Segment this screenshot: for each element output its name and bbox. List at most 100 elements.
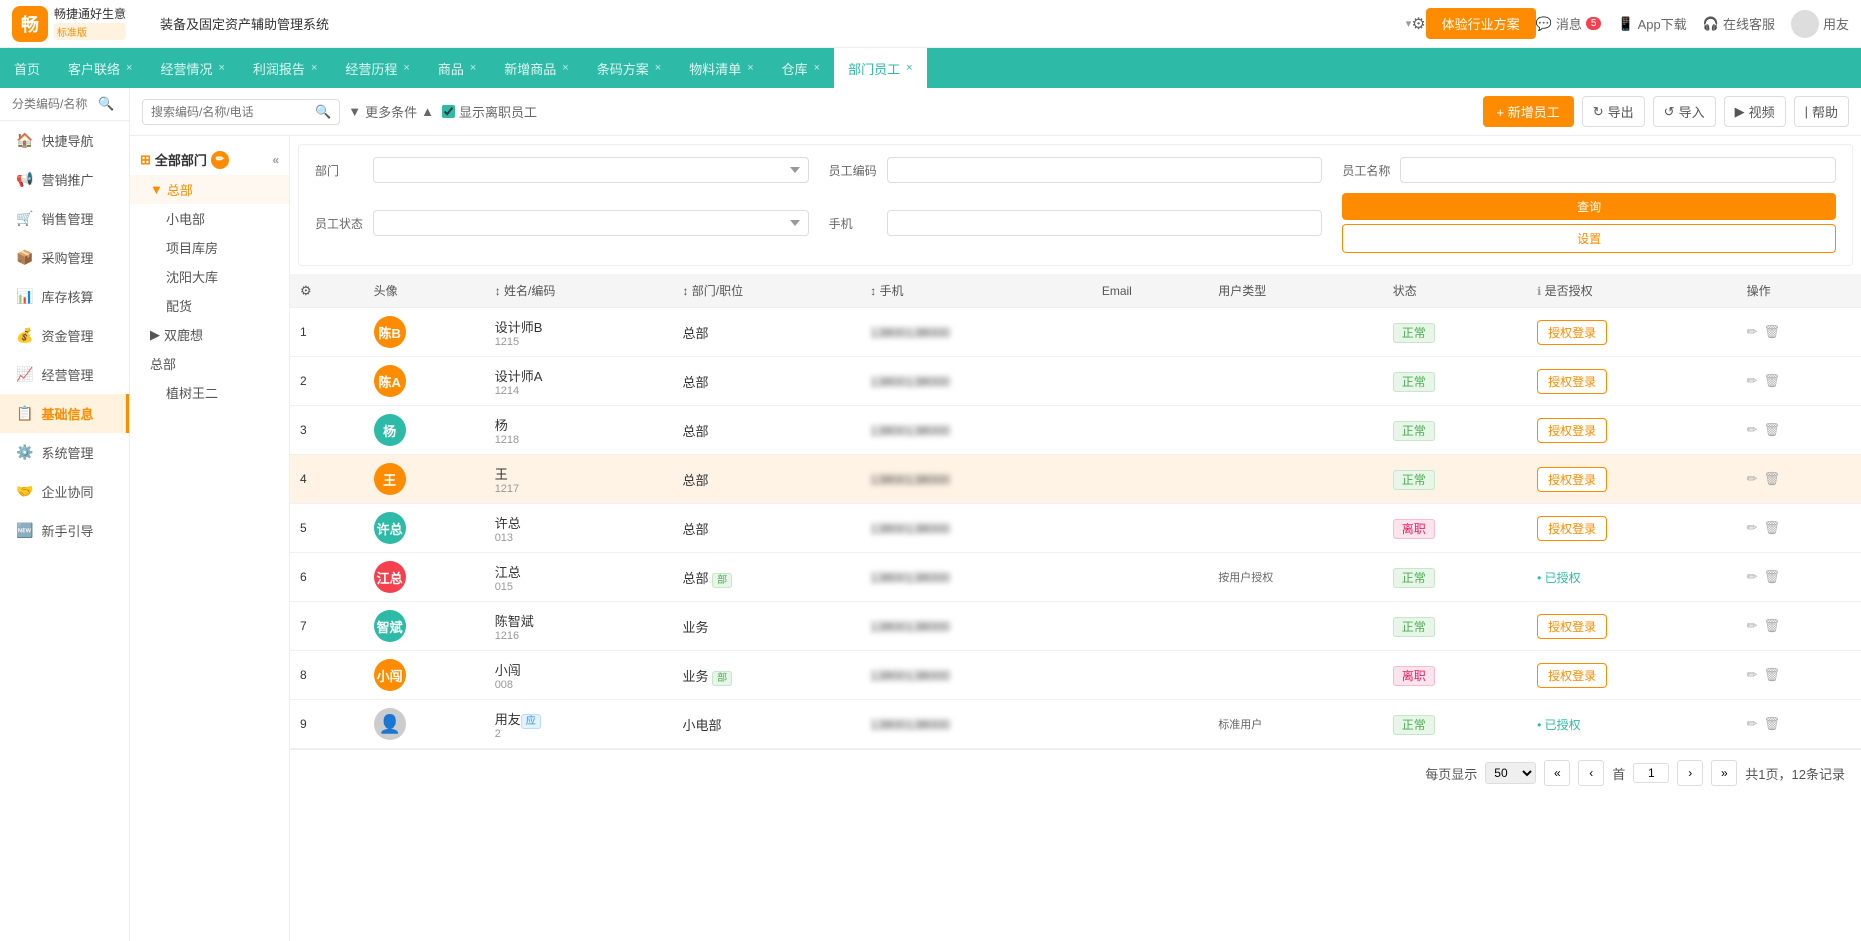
edit-icon[interactable]: ✏: [1747, 716, 1758, 732]
per-page-select[interactable]: 50 100: [1485, 762, 1536, 784]
tab-barcode[interactable]: 条码方案×: [583, 48, 675, 88]
sidebar-item-finance[interactable]: 💰 资金管理: [0, 316, 129, 355]
delete-icon[interactable]: 🗑: [1764, 471, 1781, 487]
edit-icon[interactable]: ✏: [1747, 569, 1758, 585]
filter-more-button[interactable]: ▼ 更多条件 ▲: [348, 102, 434, 121]
auth-button[interactable]: 授权登录: [1537, 614, 1607, 639]
delete-icon[interactable]: 🗑: [1764, 667, 1781, 683]
tab-history-close[interactable]: ×: [403, 62, 409, 74]
dept-select[interactable]: [373, 157, 809, 183]
tab-operation-close[interactable]: ×: [218, 62, 224, 74]
tab-warehouse-close[interactable]: ×: [814, 62, 820, 74]
tab-warehouse[interactable]: 仓库×: [768, 48, 834, 88]
sidebar-item-sales[interactable]: 🛒 销售管理: [0, 199, 129, 238]
edit-icon[interactable]: ✏: [1747, 471, 1758, 487]
tab-history[interactable]: 经营历程×: [331, 48, 423, 88]
delete-icon[interactable]: 🗑: [1764, 618, 1781, 634]
app-download-button[interactable]: 📱 App下载: [1617, 14, 1686, 33]
delete-icon[interactable]: 🗑: [1764, 520, 1781, 536]
user-area[interactable]: 用友: [1791, 10, 1849, 38]
search-button[interactable]: 查询: [1342, 193, 1836, 220]
tab-customer[interactable]: 客户联络×: [54, 48, 146, 88]
dept-edit-button[interactable]: ✏: [211, 151, 229, 169]
edit-icon[interactable]: ✏: [1747, 324, 1758, 340]
tab-employee[interactable]: 部门员工×: [834, 48, 926, 88]
sidebar-search-icon[interactable]: 🔍: [98, 96, 114, 112]
delete-icon[interactable]: 🗑: [1764, 324, 1781, 340]
dept-node-peihuo[interactable]: 配货: [146, 291, 289, 320]
auth-button[interactable]: 授权登录: [1537, 320, 1607, 345]
status-select[interactable]: [373, 210, 809, 236]
dept-node-xiaodibu[interactable]: 小电部: [146, 204, 289, 233]
last-page-button[interactable]: »: [1711, 760, 1737, 786]
sidebar-item-guide[interactable]: 🆕 新手引导: [0, 511, 129, 550]
tab-barcode-close[interactable]: ×: [655, 62, 661, 74]
tab-bom[interactable]: 物料清单×: [675, 48, 767, 88]
delete-icon[interactable]: 🗑: [1764, 373, 1781, 389]
sidebar-search-input[interactable]: [12, 97, 92, 111]
dept-node-xiangmu[interactable]: 项目库房: [146, 233, 289, 262]
tab-profit[interactable]: 利润报告×: [239, 48, 331, 88]
auth-button[interactable]: 授权登录: [1537, 369, 1607, 394]
auth-button[interactable]: 授权登录: [1537, 418, 1607, 443]
tab-goods-close[interactable]: ×: [470, 62, 476, 74]
sidebar-item-operation[interactable]: 📈 经营管理: [0, 355, 129, 394]
auth-button[interactable]: 授权登录: [1537, 516, 1607, 541]
show-resigned-label[interactable]: 显示离职员工: [442, 102, 537, 121]
dept-node-zongbu-root[interactable]: ▼ 总部: [130, 175, 289, 204]
delete-icon[interactable]: 🗑: [1764, 422, 1781, 438]
page-number-input[interactable]: [1633, 763, 1669, 783]
delete-icon[interactable]: 🗑: [1764, 569, 1781, 585]
search-input[interactable]: [151, 105, 311, 119]
sidebar-item-purchase[interactable]: 📦 采购管理: [0, 238, 129, 277]
sidebar-item-basic[interactable]: 📋 基础信息: [0, 394, 129, 433]
export-button[interactable]: ↻ 导出: [1582, 96, 1645, 127]
edit-icon[interactable]: ✏: [1747, 520, 1758, 536]
add-employee-button[interactable]: + 新增员工: [1483, 96, 1574, 127]
col-dept[interactable]: ↕ 部门/职位: [672, 274, 860, 308]
tab-bom-close[interactable]: ×: [747, 62, 753, 74]
online-service-button[interactable]: 🎧 在线客服: [1703, 14, 1775, 33]
tab-employee-close[interactable]: ×: [906, 62, 912, 74]
show-resigned-checkbox[interactable]: [442, 105, 455, 118]
tab-customer-close[interactable]: ×: [126, 62, 132, 74]
import-button[interactable]: ↺ 导入: [1653, 96, 1716, 127]
delete-icon[interactable]: 🗑: [1764, 716, 1781, 732]
auth-button[interactable]: 授权登录: [1537, 663, 1607, 688]
sidebar-item-system[interactable]: ⚙️ 系统管理: [0, 433, 129, 472]
auth-button[interactable]: 授权登录: [1537, 467, 1607, 492]
edit-icon[interactable]: ✏: [1747, 618, 1758, 634]
sidebar-item-inventory[interactable]: 📊 库存核算: [0, 277, 129, 316]
tab-addgoods[interactable]: 新增商品×: [490, 48, 582, 88]
tab-home[interactable]: 首页: [0, 48, 54, 88]
dept-node-zhishu[interactable]: 植树王二: [146, 378, 289, 407]
edit-icon[interactable]: ✏: [1747, 667, 1758, 683]
first-page-button[interactable]: «: [1544, 760, 1570, 786]
col-settings[interactable]: ⚙: [290, 274, 364, 308]
emp-name-input[interactable]: [1400, 157, 1836, 183]
dept-node-zongbu2[interactable]: 总部: [130, 349, 289, 378]
dept-node-shuanglu[interactable]: ▶ 双鹿想: [130, 320, 289, 349]
sidebar-item-marketing[interactable]: 📢 营销推广: [0, 160, 129, 199]
tab-profit-close[interactable]: ×: [311, 62, 317, 74]
prev-page-button[interactable]: ‹: [1578, 760, 1604, 786]
dept-node-shenyang[interactable]: 沈阳大库: [146, 262, 289, 291]
tab-addgoods-close[interactable]: ×: [562, 62, 568, 74]
edit-icon[interactable]: ✏: [1747, 373, 1758, 389]
sidebar-item-quick-nav[interactable]: 🏠 快捷导航: [0, 121, 129, 160]
col-phone[interactable]: ↕ 手机: [860, 274, 1092, 308]
edit-icon[interactable]: ✏: [1747, 422, 1758, 438]
search-icon[interactable]: 🔍: [315, 104, 331, 120]
tab-operation[interactable]: 经营情况×: [146, 48, 238, 88]
next-page-button[interactable]: ›: [1677, 760, 1703, 786]
set-button[interactable]: 设置: [1342, 224, 1836, 253]
phone-input[interactable]: [887, 210, 1323, 236]
gear-icon[interactable]: ⚙: [1411, 14, 1425, 34]
emp-code-input[interactable]: [887, 157, 1323, 183]
message-button[interactable]: 💬 消息 5: [1536, 14, 1602, 33]
view-button[interactable]: ▶ 视频: [1724, 96, 1786, 127]
dept-collapse-button[interactable]: «: [272, 153, 279, 167]
help-button[interactable]: | 帮助: [1794, 96, 1849, 127]
col-name[interactable]: ↕ 姓名/编码: [485, 274, 673, 308]
trial-button[interactable]: 体验行业方案: [1426, 8, 1536, 39]
